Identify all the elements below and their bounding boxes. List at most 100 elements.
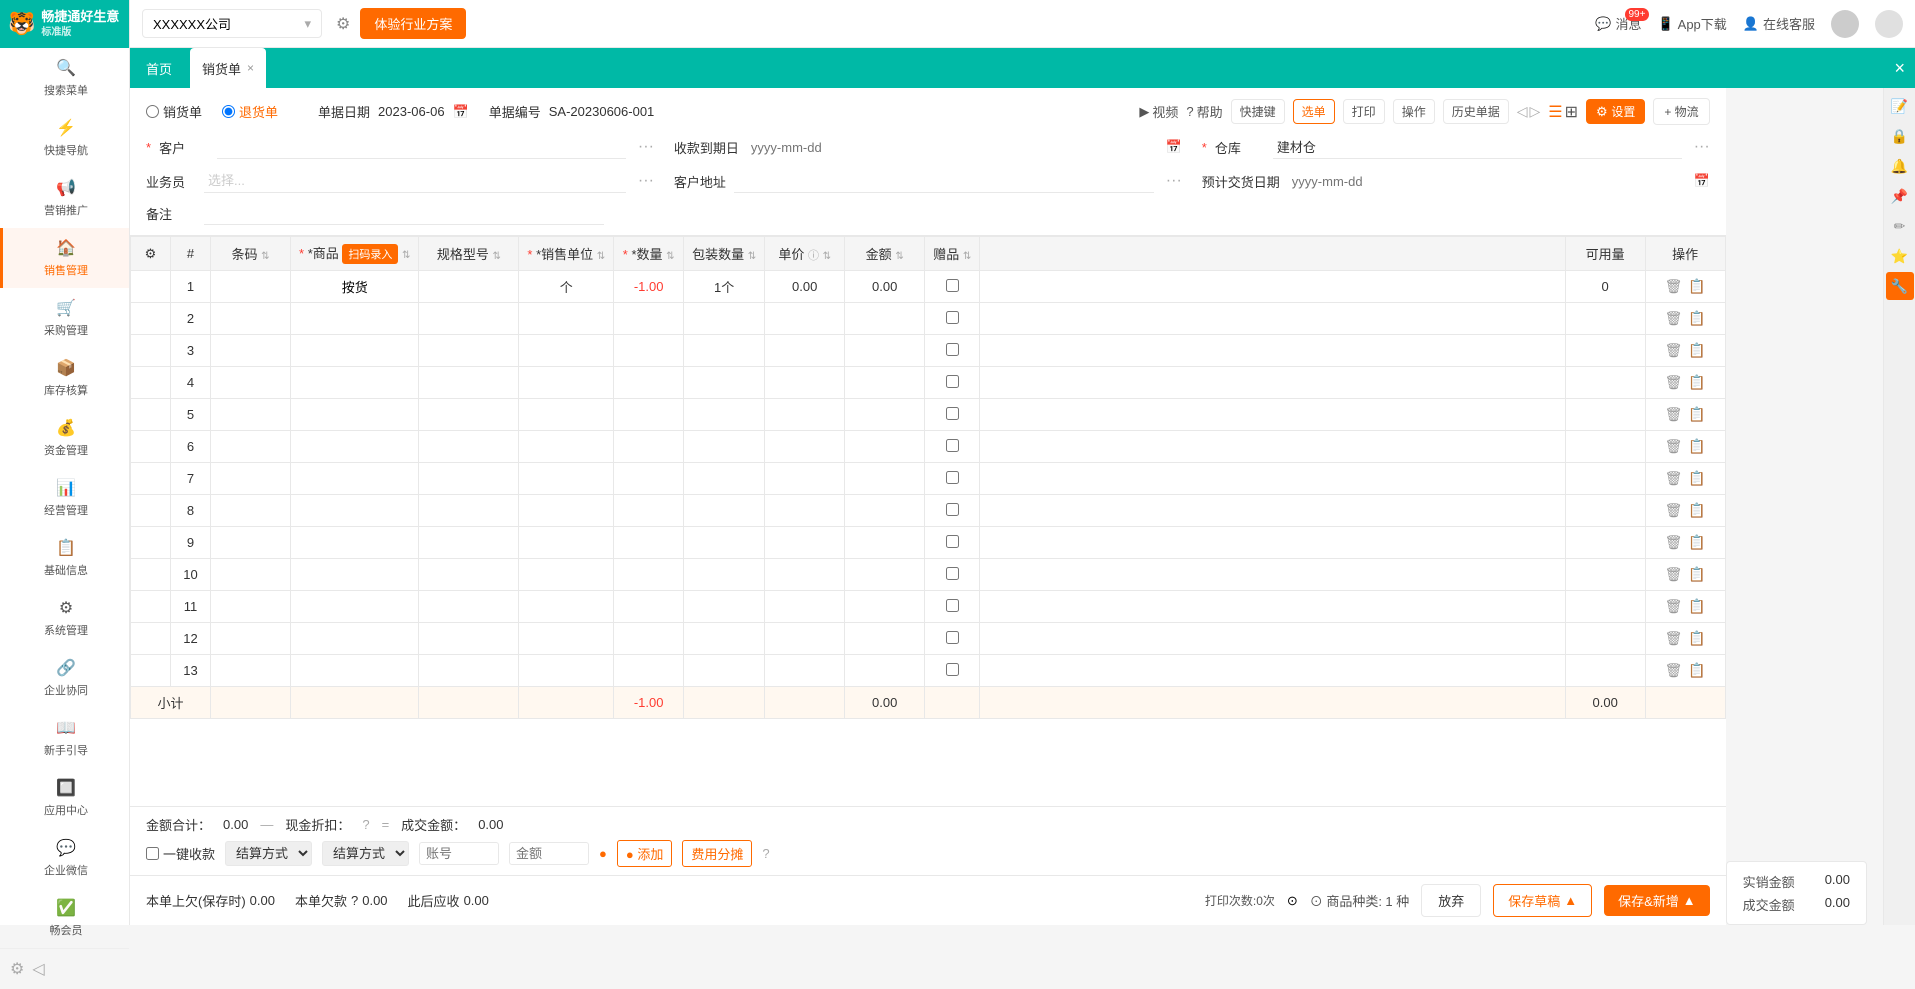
- barcode-input[interactable]: [219, 471, 282, 486]
- row-spec-cell[interactable]: [419, 271, 519, 303]
- product-input[interactable]: [299, 343, 410, 358]
- gift-checkbox[interactable]: [946, 567, 959, 580]
- barcode-input[interactable]: [219, 311, 282, 326]
- discount-help-icon[interactable]: ?: [362, 817, 369, 832]
- payment-method-select[interactable]: 结算方式: [225, 841, 312, 866]
- delete-icon[interactable]: 🗑: [1665, 342, 1683, 359]
- row-gift-cell[interactable]: [925, 431, 980, 463]
- row-qty-cell[interactable]: [614, 367, 684, 399]
- copy-icon[interactable]: 📋: [1688, 406, 1705, 423]
- radio-sales[interactable]: 销货单: [146, 102, 202, 121]
- copy-icon[interactable]: 📋: [1688, 374, 1705, 391]
- barcode-input[interactable]: [219, 439, 282, 454]
- spec-sort-icon[interactable]: ⇅: [493, 251, 501, 262]
- delete-icon[interactable]: 🗑: [1665, 278, 1683, 295]
- list-view-icon[interactable]: ☰: [1548, 102, 1562, 122]
- message-button[interactable]: 💬 消息 99+: [1595, 14, 1641, 33]
- qty-sort-icon[interactable]: ⇅: [666, 251, 674, 262]
- sidebar-item-appstore[interactable]: 🔲 应用中心: [0, 768, 129, 828]
- pkg-sort-icon[interactable]: ⇅: [748, 251, 756, 262]
- barcode-input[interactable]: [219, 503, 282, 518]
- trial-button[interactable]: 体验行业方案: [360, 8, 466, 39]
- expected-date-input[interactable]: [1288, 170, 1686, 193]
- gift-sort-icon[interactable]: ⇅: [963, 251, 971, 262]
- row-product-cell[interactable]: [291, 271, 419, 303]
- sidebar-item-basic[interactable]: 📋 基础信息: [0, 528, 129, 588]
- row-barcode-cell[interactable]: [211, 527, 291, 559]
- add-button[interactable]: ● 添加: [617, 840, 672, 867]
- row-spec-cell[interactable]: [419, 431, 519, 463]
- row-barcode-cell[interactable]: [211, 495, 291, 527]
- row-product-cell[interactable]: [291, 431, 419, 463]
- spec-input[interactable]: [427, 535, 510, 550]
- customer-addr-more-icon[interactable]: ···: [1166, 172, 1182, 190]
- radio-return-input[interactable]: [222, 105, 235, 118]
- barcode-input[interactable]: [219, 663, 282, 678]
- row-gift-cell[interactable]: [925, 303, 980, 335]
- product-input[interactable]: [299, 503, 410, 518]
- next-arrow-icon[interactable]: ▷: [1530, 103, 1541, 120]
- copy-icon[interactable]: 📋: [1688, 438, 1705, 455]
- row-gift-cell[interactable]: [925, 655, 980, 687]
- sidebar-item-inventory[interactable]: 📦 库存核算: [0, 348, 129, 408]
- row-spec-cell[interactable]: [419, 495, 519, 527]
- operation-button[interactable]: 操作: [1393, 99, 1435, 124]
- spec-input[interactable]: [427, 279, 510, 294]
- select-button[interactable]: 选单: [1293, 99, 1335, 124]
- sidebar-item-system[interactable]: ⚙ 系统管理: [0, 588, 129, 648]
- row-product-cell[interactable]: [291, 463, 419, 495]
- row-gift-cell[interactable]: [925, 559, 980, 591]
- video-action[interactable]: ▶ 视频: [1139, 102, 1178, 121]
- due-date-calendar-icon[interactable]: 📅: [1166, 139, 1182, 155]
- row-qty-cell[interactable]: -1.00: [614, 271, 684, 303]
- row-qty-cell[interactable]: [614, 623, 684, 655]
- scan-button[interactable]: 扫码录入: [342, 244, 398, 264]
- spec-input[interactable]: [427, 471, 510, 486]
- product-input[interactable]: [299, 599, 410, 614]
- price-sort-icon[interactable]: ⇅: [823, 251, 831, 262]
- tab-close-icon[interactable]: ×: [247, 61, 254, 75]
- gift-checkbox[interactable]: [946, 279, 959, 292]
- settings-button[interactable]: ⚙ ⚙ 设置设置: [1586, 99, 1645, 124]
- product-input[interactable]: [299, 311, 410, 326]
- row-qty-cell[interactable]: [614, 399, 684, 431]
- delete-icon[interactable]: 🗑: [1665, 534, 1683, 551]
- row-product-cell[interactable]: [291, 335, 419, 367]
- gift-checkbox[interactable]: [946, 439, 959, 452]
- row-barcode-cell[interactable]: [211, 655, 291, 687]
- copy-icon[interactable]: 📋: [1688, 342, 1705, 359]
- row-product-cell[interactable]: [291, 591, 419, 623]
- gift-checkbox[interactable]: [946, 407, 959, 420]
- barcode-input[interactable]: [219, 375, 282, 390]
- spec-input[interactable]: [427, 567, 510, 582]
- tab-sales-order[interactable]: 销货单 ×: [190, 48, 266, 88]
- row-gift-cell[interactable]: [925, 399, 980, 431]
- support-button[interactable]: 👤 在线客服: [1743, 14, 1815, 33]
- spec-input[interactable]: [427, 439, 510, 454]
- barcode-input[interactable]: [219, 407, 282, 422]
- row-product-cell[interactable]: [291, 495, 419, 527]
- account-select[interactable]: 结算方式: [322, 841, 409, 866]
- row-gift-cell[interactable]: [925, 591, 980, 623]
- company-select[interactable]: XXXXXX公司 ▾: [142, 9, 322, 38]
- th-settings[interactable]: ⚙: [131, 237, 171, 271]
- row-gift-cell[interactable]: [925, 271, 980, 303]
- row-barcode-cell[interactable]: [211, 367, 291, 399]
- radio-return[interactable]: 退货单: [222, 102, 278, 121]
- row-barcode-cell[interactable]: [211, 431, 291, 463]
- copy-icon[interactable]: 📋: [1688, 534, 1705, 551]
- row-spec-cell[interactable]: [419, 399, 519, 431]
- gift-checkbox[interactable]: [946, 471, 959, 484]
- row-qty-cell[interactable]: [614, 335, 684, 367]
- right-panel-btn-2[interactable]: 🔒: [1886, 122, 1914, 150]
- sidebar-item-operation[interactable]: 📊 经营管理: [0, 468, 129, 528]
- customer-input[interactable]: [217, 135, 626, 159]
- row-barcode-cell[interactable]: [211, 335, 291, 367]
- delete-icon[interactable]: 🗑: [1665, 310, 1683, 327]
- delete-icon[interactable]: 🗑: [1665, 662, 1683, 679]
- row-qty-cell[interactable]: [614, 559, 684, 591]
- product-sort-icon[interactable]: ⇅: [402, 250, 410, 261]
- history-button[interactable]: 历史单据: [1443, 99, 1509, 124]
- row-product-cell[interactable]: [291, 527, 419, 559]
- copy-icon[interactable]: 📋: [1688, 566, 1705, 583]
